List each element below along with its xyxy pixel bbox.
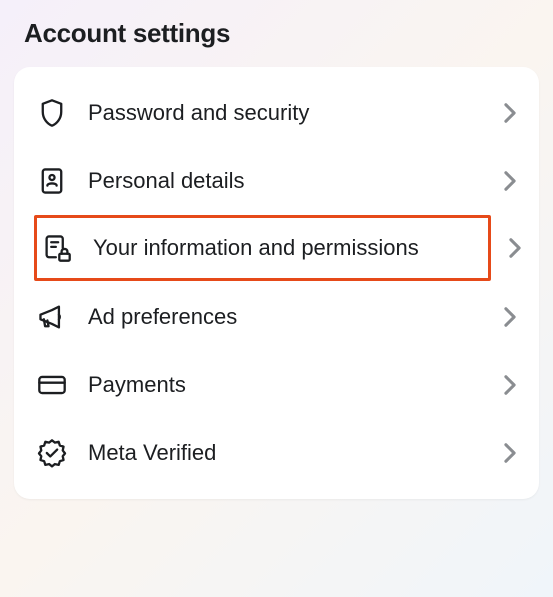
- shield-icon: [36, 97, 68, 129]
- row-label: Personal details: [88, 167, 503, 195]
- document-lock-icon: [41, 232, 73, 264]
- settings-card: Password and security Personal details: [14, 67, 539, 499]
- row-label: Ad preferences: [88, 303, 503, 331]
- chevron-right-icon: [503, 442, 517, 464]
- row-information-permissions[interactable]: Your information and permissions: [34, 215, 491, 281]
- row-label: Your information and permissions: [93, 234, 478, 262]
- row-meta-verified[interactable]: Meta Verified: [14, 419, 539, 493]
- chevron-right-icon: [508, 237, 522, 259]
- verified-badge-icon: [36, 437, 68, 469]
- credit-card-icon: [36, 369, 68, 401]
- row-label: Payments: [88, 371, 503, 399]
- row-payments[interactable]: Payments: [14, 351, 539, 419]
- row-ad-preferences[interactable]: Ad preferences: [14, 283, 539, 351]
- chevron-right-icon: [503, 374, 517, 396]
- row-password-security[interactable]: Password and security: [14, 73, 539, 147]
- megaphone-icon: [36, 301, 68, 333]
- page-title: Account settings: [24, 18, 539, 49]
- chevron-right-icon: [503, 170, 517, 192]
- row-personal-details[interactable]: Personal details: [14, 147, 539, 215]
- chevron-right-icon: [503, 306, 517, 328]
- id-card-icon: [36, 165, 68, 197]
- row-label: Password and security: [88, 99, 503, 127]
- chevron-right-icon: [503, 102, 517, 124]
- row-label: Meta Verified: [88, 439, 503, 467]
